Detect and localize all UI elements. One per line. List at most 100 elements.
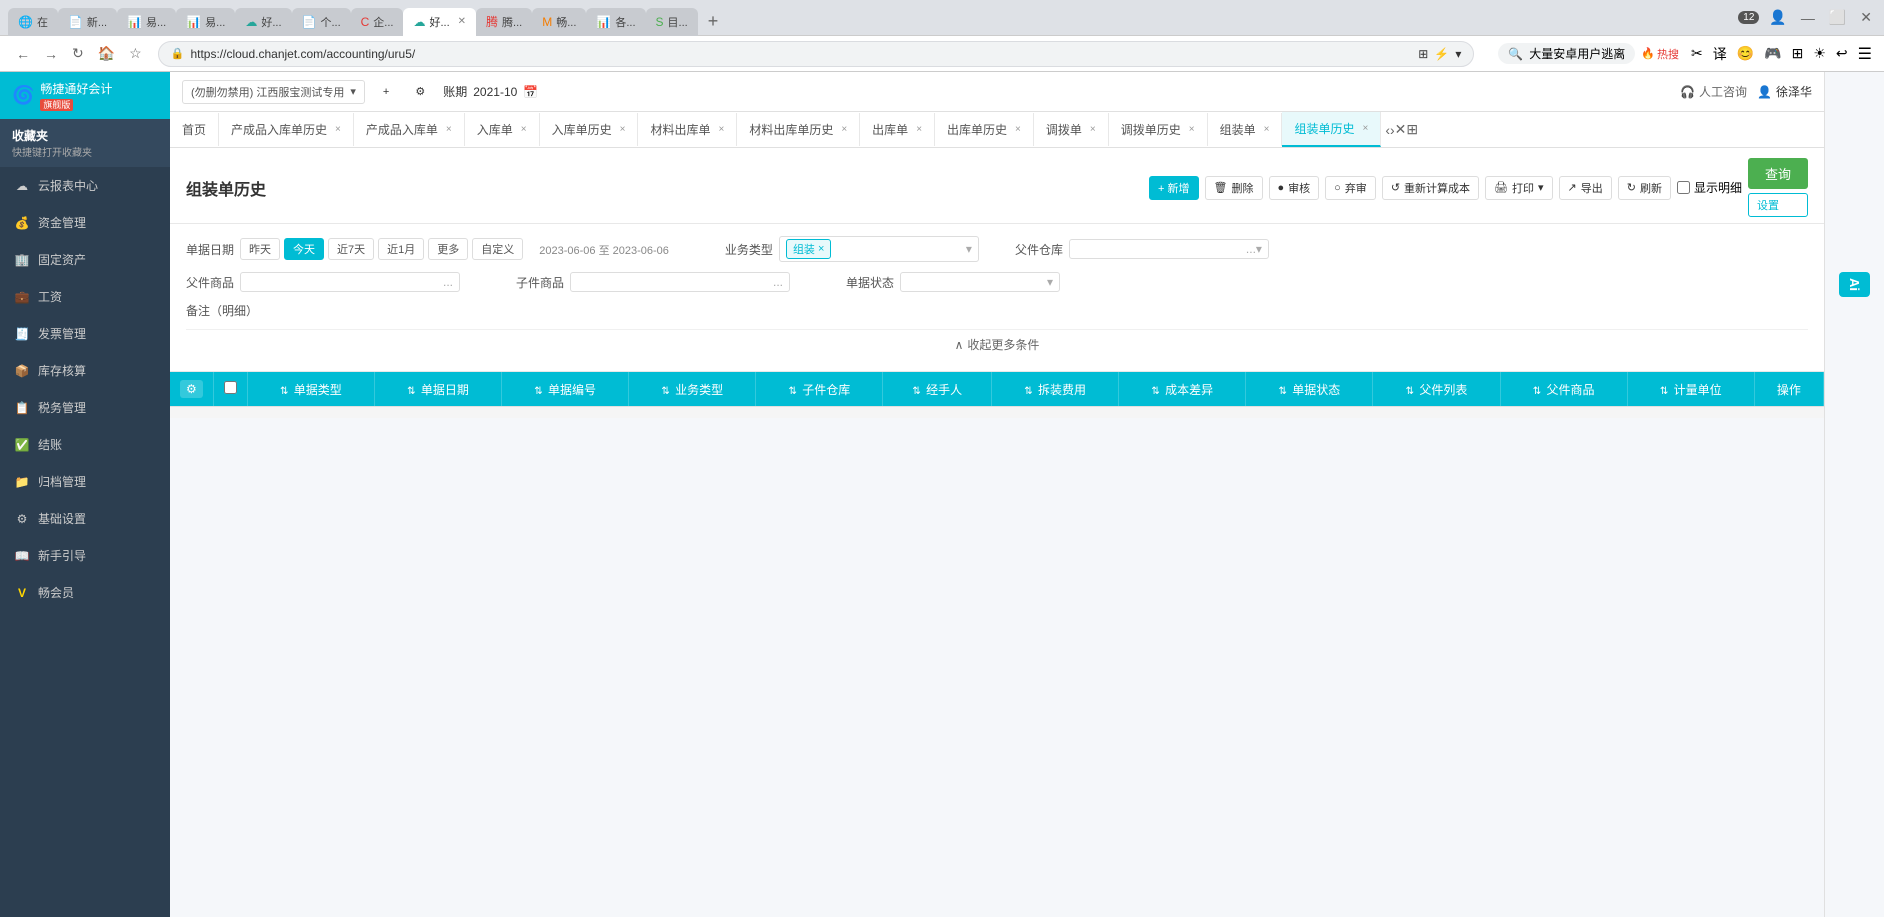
tab-outbound[interactable]: 出库单 × [860, 113, 935, 146]
sidebar-favorites[interactable]: 收藏夹 快捷键打开收藏夹 [0, 119, 170, 167]
dropdown-arrow-icon[interactable]: ▾ [966, 242, 972, 256]
col-type[interactable]: ⇅ 单据类型 [247, 372, 374, 406]
address-bar[interactable]: 🔒 https://cloud.chanjet.com/accounting/u… [158, 41, 1475, 67]
select-all-checkbox[interactable] [224, 381, 237, 394]
tab-prod-in[interactable]: 产成品入库单 × [354, 113, 465, 146]
search-box[interactable]: 🔍 大量安卓用户逃离 [1498, 43, 1635, 64]
sun-button[interactable]: ☀ [1813, 45, 1826, 62]
browser-tab-3[interactable]: 📊 易... [117, 8, 176, 36]
browser-tab-4[interactable]: 📊 易... [176, 8, 235, 36]
company-selector[interactable]: (勿删勿禁用) 江西服宝测试专用 ▾ [182, 80, 365, 104]
minimize-button[interactable]: — [1797, 10, 1819, 26]
user-info[interactable]: 👤 徐泽华 [1757, 83, 1812, 100]
col-handler[interactable]: ⇅ 经手人 [883, 372, 992, 406]
sidebar-item-tax[interactable]: 📋 税务管理 [0, 389, 170, 426]
add-button[interactable]: + 新增 [1149, 176, 1198, 200]
sidebar-item-inventory[interactable]: 📦 库存核算 [0, 352, 170, 389]
tab-close-icon[interactable]: × [841, 124, 847, 135]
tab-mat-out-history[interactable]: 材料出库单历史 × [737, 113, 860, 146]
tab-close-icon[interactable]: × [446, 124, 452, 135]
col-number[interactable]: ⇅ 单据编号 [502, 372, 629, 406]
status-input[interactable]: ▾ [900, 272, 1060, 292]
col-disassembly-fee[interactable]: ⇅ 拆装费用 [992, 372, 1119, 406]
tab-assembly-history[interactable]: 组装单历史 × [1282, 112, 1381, 147]
tab-transfer[interactable]: 调拨单 × [1034, 113, 1109, 146]
print-button[interactable]: 🖨 打印 ▾ [1485, 176, 1553, 200]
tab-close-icon[interactable]: × [1090, 124, 1096, 135]
tab-transfer-history[interactable]: 调拨单历史 × [1109, 113, 1208, 146]
sidebar-item-payroll[interactable]: 💼 工资 [0, 278, 170, 315]
col-status[interactable]: ⇅ 单据状态 [1246, 372, 1373, 406]
browser-tab-9[interactable]: 腾 腾... [476, 8, 532, 36]
menu-button[interactable]: ☰ [1858, 44, 1872, 64]
refresh-button[interactable]: ↻ 刷新 [1618, 176, 1671, 200]
emoji-button[interactable]: 😊 [1737, 45, 1754, 62]
undo-button[interactable]: ↩ [1836, 45, 1848, 62]
browser-tab-12[interactable]: S 目... [646, 8, 698, 36]
dropdown-arrow-icon[interactable]: ▾ [1256, 242, 1262, 256]
date-today-button[interactable]: 今天 [284, 238, 324, 260]
tab-close-icon[interactable]: × [718, 124, 724, 135]
tab-close-icon[interactable]: ✕ [458, 16, 466, 27]
tab-close-icon[interactable]: × [521, 124, 527, 135]
browser-tab-2[interactable]: 📄 新... [58, 8, 117, 36]
tab-close-icon[interactable]: × [620, 124, 626, 135]
back-button[interactable]: ← [12, 44, 34, 64]
browser-tab-5[interactable]: ☁ 好... [235, 8, 291, 36]
translate-button[interactable]: 译 [1713, 44, 1727, 64]
browser-tab-8[interactable]: ☁ 好... ✕ [403, 8, 476, 36]
sidebar-item-cloud-report[interactable]: ☁ 云报表中心 [0, 167, 170, 204]
add-company-button[interactable]: + [375, 83, 397, 101]
audit-button[interactable]: ● 审核 [1269, 176, 1320, 200]
scissors-button[interactable]: ✂ [1691, 45, 1703, 62]
col-sub-warehouse[interactable]: ⇅ 子件仓库 [756, 372, 883, 406]
col-date[interactable]: ⇅ 单据日期 [374, 372, 501, 406]
col-settings[interactable]: ⚙ [170, 372, 213, 406]
date-yesterday-button[interactable]: 昨天 [240, 238, 280, 260]
show-detail-checkbox-wrapper[interactable]: 显示明细 [1677, 179, 1742, 196]
collapse-button[interactable]: ∧ 收起更多条件 [949, 330, 1046, 359]
more-options-icon[interactable]: ... [773, 275, 783, 289]
calendar-icon[interactable]: 📅 [523, 85, 538, 99]
show-detail-checkbox[interactable] [1677, 181, 1690, 194]
sidebar-item-guide[interactable]: 📖 新手引导 [0, 537, 170, 574]
browser-tab-1[interactable]: 🌐 在 [8, 8, 58, 36]
date-custom-button[interactable]: 自定义 [472, 238, 523, 260]
export-button[interactable]: ↗ 导出 [1559, 176, 1612, 200]
col-biz-type[interactable]: ⇅ 业务类型 [629, 372, 756, 406]
qr-icon[interactable]: ⊞ [1418, 47, 1428, 61]
more-options-icon[interactable]: ... [443, 275, 453, 289]
date-7days-button[interactable]: 近7天 [328, 238, 374, 260]
business-type-input-area[interactable]: 组装 × ▾ [779, 236, 979, 262]
child-goods-input[interactable]: ... [570, 272, 790, 292]
new-tab-button[interactable]: + [698, 8, 729, 36]
browser-tab-10[interactable]: M 畅... [532, 8, 586, 36]
customer-service[interactable]: 🎧 人工咨询 [1680, 83, 1747, 100]
refresh-browser-button[interactable]: ↻ [68, 43, 88, 64]
grid-button[interactable]: ⊞ [1792, 45, 1804, 62]
parent-warehouse-input[interactable]: ... ▾ [1069, 239, 1269, 259]
tab-close-icon[interactable]: × [1264, 124, 1270, 135]
bookmark-button[interactable]: ☆ [125, 43, 146, 64]
tab-close-icon[interactable]: × [916, 124, 922, 135]
sidebar-item-settlement[interactable]: ✅ 结账 [0, 426, 170, 463]
sidebar-item-member[interactable]: V 畅会员 [0, 574, 170, 611]
parent-goods-input[interactable]: ... [240, 272, 460, 292]
nav-more-button[interactable]: ⊞ [1406, 121, 1418, 138]
tab-outbound-history[interactable]: 出库单历史 × [935, 113, 1034, 146]
dropdown-arrow-icon[interactable]: ▾ [1047, 275, 1053, 289]
date-more-button[interactable]: 更多 [428, 238, 468, 260]
browser-tab-7[interactable]: C 企... [351, 8, 404, 36]
tag-remove-icon[interactable]: × [818, 243, 824, 255]
col-cost-diff[interactable]: ⇅ 成本差异 [1119, 372, 1246, 406]
col-parent-goods[interactable]: ⇅ 父件商品 [1500, 372, 1627, 406]
sidebar-item-fixed-assets[interactable]: 🏢 固定资产 [0, 241, 170, 278]
tab-close-icon[interactable]: × [1189, 124, 1195, 135]
settings-gear-button[interactable]: ⚙ [407, 82, 433, 101]
print-dropdown-icon[interactable]: ▾ [1538, 181, 1544, 194]
date-1month-button[interactable]: 近1月 [378, 238, 424, 260]
tab-assembly[interactable]: 组装单 × [1208, 113, 1283, 146]
abandon-button[interactable]: ○ 弃审 [1325, 176, 1376, 200]
game-button[interactable]: 🎮 [1764, 45, 1781, 62]
dropdown-icon[interactable]: ▾ [1455, 47, 1461, 61]
